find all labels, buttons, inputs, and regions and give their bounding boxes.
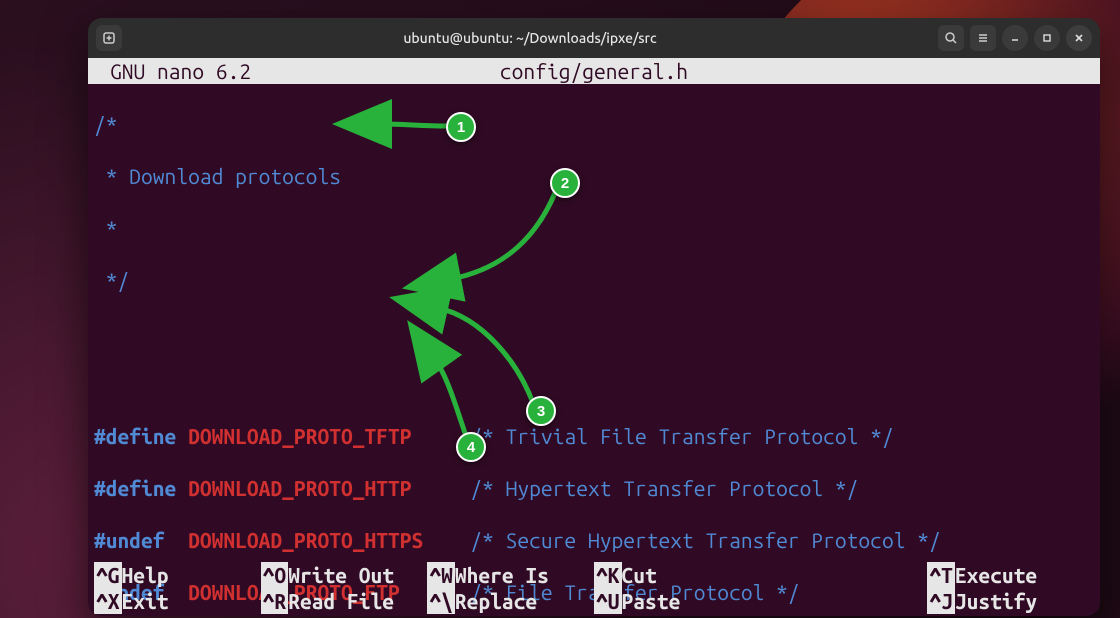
maximize-button[interactable]: [1034, 25, 1060, 51]
menu-button[interactable]: [970, 25, 996, 51]
shortcut-exit: ^X Exit: [94, 588, 261, 614]
new-tab-button[interactable]: [96, 25, 122, 51]
shortcut-execute: ^T Execute: [927, 562, 1094, 588]
shortcut-help: ^G Help: [94, 562, 261, 588]
terminal-body[interactable]: GNU nano 6.2 config/general.h /* * Downl…: [88, 58, 1100, 616]
shortcut-readfile: ^R Read File: [261, 588, 428, 614]
search-button[interactable]: [938, 25, 964, 51]
window-title: ubuntu@ubuntu: ~/Downloads/ipxe/src: [128, 30, 932, 46]
code-area: /* * Download protocols * */ #define DOW…: [88, 84, 1100, 616]
minimize-button[interactable]: [1002, 25, 1028, 51]
nano-shortcut-bar: ^G Help ^O Write Out ^W Where Is ^K Cut …: [88, 562, 1100, 616]
shortcut-whereis: ^W Where Is: [427, 562, 594, 588]
titlebar: ubuntu@ubuntu: ~/Downloads/ipxe/src: [88, 18, 1100, 58]
terminal-window: ubuntu@ubuntu: ~/Downloads/ipxe/src GNU …: [88, 18, 1100, 616]
nano-header: GNU nano 6.2 config/general.h: [88, 58, 1100, 84]
shortcut-writeout: ^O Write Out: [261, 562, 428, 588]
shortcut-justify: ^J Justify: [927, 588, 1094, 614]
close-button[interactable]: [1066, 25, 1092, 51]
shortcut-replace: ^\ Replace: [427, 588, 594, 614]
nano-editor-label: GNU nano 6.2: [90, 58, 251, 84]
shortcut-cut: ^K Cut: [594, 562, 761, 588]
shortcut-paste: ^U Paste: [594, 588, 761, 614]
